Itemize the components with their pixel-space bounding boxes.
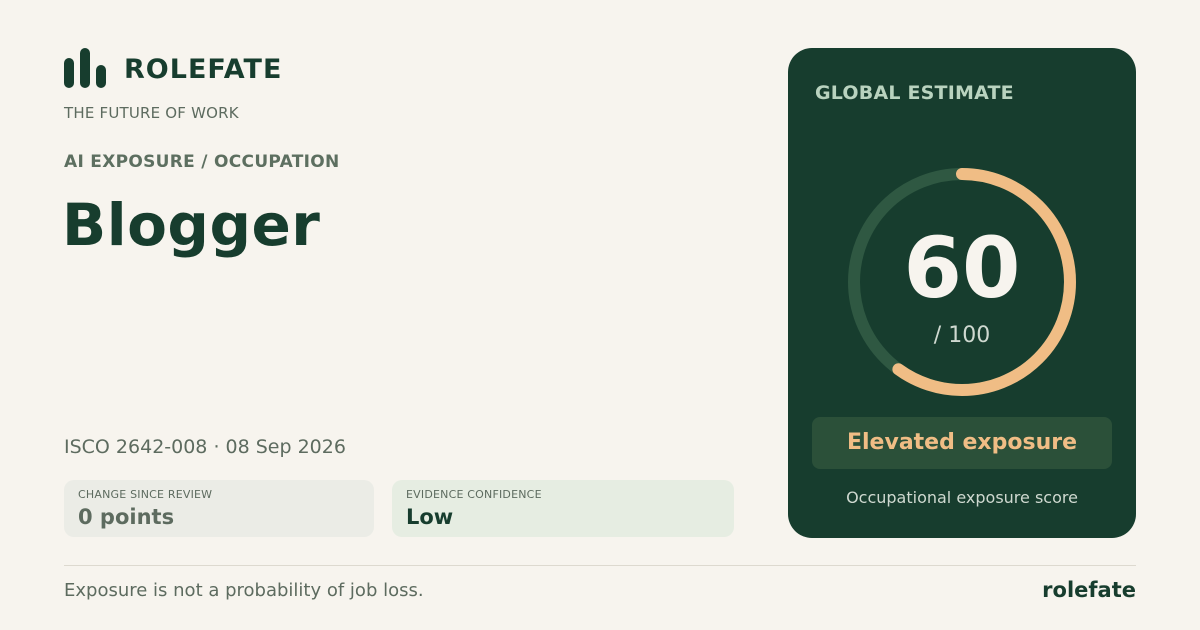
score-max: / 100 [933, 323, 991, 348]
footer-disclaimer: Exposure is not a probability of job los… [64, 580, 424, 601]
evidence-confidence-label: EVIDENCE CONFIDENCE [406, 488, 542, 501]
score-value: 60 [903, 219, 1021, 317]
footer-divider [64, 565, 1136, 566]
score-caption: Occupational exposure score [846, 488, 1078, 507]
brand-tagline: THE FUTURE OF WORK [64, 104, 239, 122]
change-since-review-box: CHANGE SINCE REVIEW 0 points [64, 480, 374, 537]
occupation-title: Blogger [62, 191, 321, 259]
section-label: AI EXPOSURE / OCCUPATION [64, 152, 340, 172]
score-card-title: GLOBAL ESTIMATE [815, 82, 1014, 104]
change-since-review-value: 0 points [78, 505, 175, 529]
change-since-review-label: CHANGE SINCE REVIEW [78, 488, 213, 501]
exposure-level-badge: Elevated exposure [812, 417, 1112, 469]
footer-brand: rolefate [1042, 578, 1136, 602]
brand-header: ROLEFATE [64, 48, 282, 90]
bar-chart-logo-icon [64, 48, 106, 88]
brand-name: ROLEFATE [124, 53, 283, 85]
score-card: GLOBAL ESTIMATE 60 / 100 Elevated exposu… [788, 48, 1136, 538]
occupation-meta: ISCO 2642-008 · 08 Sep 2026 [64, 436, 346, 458]
evidence-confidence-box: EVIDENCE CONFIDENCE Low [392, 480, 734, 537]
evidence-confidence-value: Low [406, 505, 454, 529]
